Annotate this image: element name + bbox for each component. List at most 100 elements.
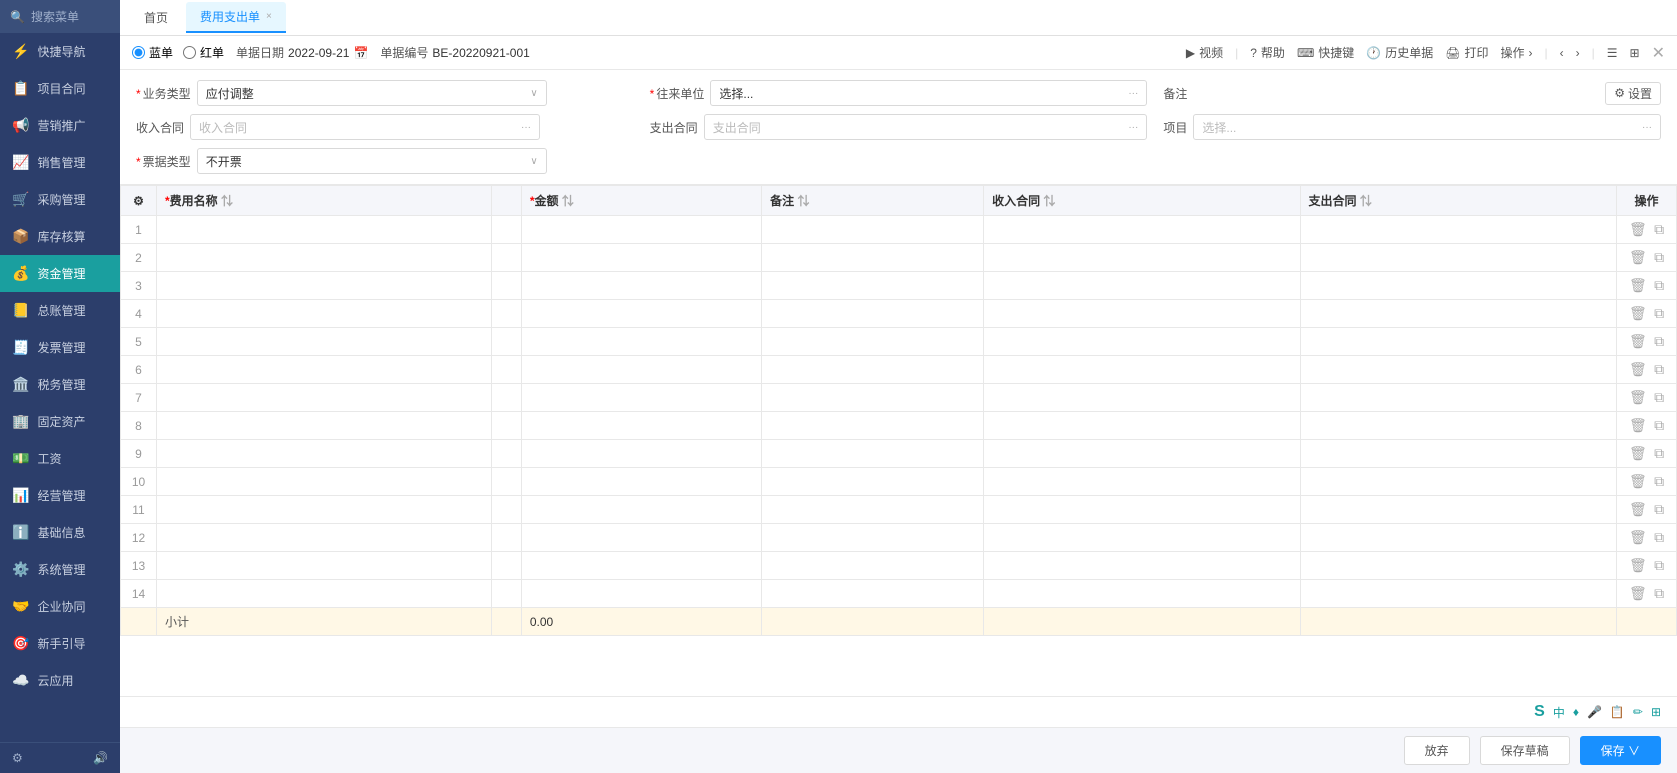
chinese-icon[interactable]: 中	[1553, 704, 1565, 721]
sort-icon-5[interactable]: ⇅	[1360, 194, 1372, 208]
cell-income-contract-10[interactable]	[984, 468, 1300, 496]
blue-radio[interactable]: 蓝单	[132, 44, 173, 61]
sort-icon-3[interactable]: ⇅	[798, 194, 810, 208]
copy-row-7[interactable]: ⧉	[1654, 389, 1664, 405]
copy-row-8[interactable]: ⧉	[1654, 417, 1664, 433]
cell-expense-contract-3[interactable]	[1300, 272, 1616, 300]
delete-row-5[interactable]: 🗑	[1629, 333, 1647, 349]
mic-icon[interactable]: 🎤	[1587, 705, 1602, 719]
cell-note-7[interactable]	[762, 384, 984, 412]
cell-note-11[interactable]	[762, 496, 984, 524]
sidebar-item-sales[interactable]: 📈销售管理	[0, 144, 120, 181]
cell-expense-name-11[interactable]	[157, 496, 492, 524]
counterpart-select[interactable]: 选择... ···	[710, 80, 1147, 106]
sort-icon-4[interactable]: ⇅	[1043, 194, 1055, 208]
cell-note-9[interactable]	[762, 440, 984, 468]
sidebar-item-new-guide[interactable]: 🎯新手引导	[0, 625, 120, 662]
copy-row-5[interactable]: ⧉	[1654, 333, 1664, 349]
copy-row-11[interactable]: ⧉	[1654, 501, 1664, 517]
delete-row-10[interactable]: 🗑	[1629, 473, 1647, 489]
sidebar-search[interactable]: 🔍 搜索菜单	[0, 0, 120, 33]
copy-row-9[interactable]: ⧉	[1654, 445, 1664, 461]
sidebar-item-cloud-app[interactable]: ☁️云应用	[0, 662, 120, 699]
sidebar-item-invoice[interactable]: 🧾发票管理	[0, 329, 120, 366]
cell-income-contract-7[interactable]	[984, 384, 1300, 412]
income-contract-select[interactable]: 收入合同 ···	[190, 114, 540, 140]
cell-expense-contract-1[interactable]	[1300, 216, 1616, 244]
help-btn[interactable]: ? 帮助	[1250, 44, 1285, 61]
cell-income-contract-8[interactable]	[984, 412, 1300, 440]
save-draft-button[interactable]: 保存草稿	[1480, 736, 1570, 765]
sidebar-item-project-contract[interactable]: 📋项目合同	[0, 70, 120, 107]
delete-row-8[interactable]: 🗑	[1629, 417, 1647, 433]
delete-row-14[interactable]: 🗑	[1629, 585, 1647, 601]
cell-note-1[interactable]	[762, 216, 984, 244]
list-view-btn[interactable]: ☰	[1607, 46, 1618, 60]
cell-amount-13[interactable]	[521, 552, 761, 580]
expense-contract-select[interactable]: 支出合同 ···	[704, 114, 1148, 140]
cell-expense-name-7[interactable]	[157, 384, 492, 412]
copy-row-6[interactable]: ⧉	[1654, 361, 1664, 377]
cell-amount-4[interactable]	[521, 300, 761, 328]
cell-note-8[interactable]	[762, 412, 984, 440]
cell-note-4[interactable]	[762, 300, 984, 328]
cell-amount-14[interactable]	[521, 580, 761, 608]
cell-amount-9[interactable]	[521, 440, 761, 468]
delete-row-9[interactable]: 🗑	[1629, 445, 1647, 461]
tab-close-expense[interactable]: ×	[266, 11, 272, 22]
col-gear[interactable]: ⚙	[121, 186, 157, 216]
project-select[interactable]: 选择... ···	[1193, 114, 1661, 140]
print-btn[interactable]: 🖨 打印	[1445, 44, 1488, 61]
delete-row-12[interactable]: 🗑	[1629, 529, 1647, 545]
grid-icon[interactable]: ⊞	[1651, 705, 1661, 719]
sidebar-item-business[interactable]: 📊经营管理	[0, 477, 120, 514]
cell-expense-name-10[interactable]	[157, 468, 492, 496]
more-icon[interactable]: ···	[1128, 88, 1138, 99]
cell-expense-contract-5[interactable]	[1300, 328, 1616, 356]
cell-income-contract-13[interactable]	[984, 552, 1300, 580]
delete-row-6[interactable]: 🗑	[1629, 361, 1647, 377]
delete-row-3[interactable]: 🗑	[1629, 277, 1647, 293]
cell-expense-contract-8[interactable]	[1300, 412, 1616, 440]
cell-expense-contract-12[interactable]	[1300, 524, 1616, 552]
copy-icon[interactable]: 📋	[1610, 705, 1625, 719]
cell-expense-name-14[interactable]	[157, 580, 492, 608]
cell-income-contract-11[interactable]	[984, 496, 1300, 524]
sidebar-item-inventory[interactable]: 📦库存核算	[0, 218, 120, 255]
cell-income-contract-2[interactable]	[984, 244, 1300, 272]
cell-note-12[interactable]	[762, 524, 984, 552]
cell-income-contract-1[interactable]	[984, 216, 1300, 244]
video-btn[interactable]: ▶ 视频	[1186, 44, 1223, 61]
sidebar-item-procurement[interactable]: 🛒采购管理	[0, 181, 120, 218]
cell-expense-name-13[interactable]	[157, 552, 492, 580]
cell-income-contract-14[interactable]	[984, 580, 1300, 608]
cell-expense-contract-14[interactable]	[1300, 580, 1616, 608]
cell-expense-contract-2[interactable]	[1300, 244, 1616, 272]
delete-row-1[interactable]: 🗑	[1629, 221, 1647, 237]
copy-row-2[interactable]: ⧉	[1654, 249, 1664, 265]
cell-note-10[interactable]	[762, 468, 984, 496]
cell-amount-3[interactable]	[521, 272, 761, 300]
sidebar-item-fixed-assets[interactable]: 🏢固定资产	[0, 403, 120, 440]
audio-icon[interactable]: 🔊	[93, 751, 108, 765]
sort-icon-2[interactable]: ⇅	[562, 194, 574, 208]
cell-expense-contract-9[interactable]	[1300, 440, 1616, 468]
cell-income-contract-3[interactable]	[984, 272, 1300, 300]
cell-amount-1[interactable]	[521, 216, 761, 244]
cell-income-contract-9[interactable]	[984, 440, 1300, 468]
discard-button[interactable]: 放弃	[1404, 736, 1470, 765]
cell-income-contract-4[interactable]	[984, 300, 1300, 328]
cell-amount-6[interactable]	[521, 356, 761, 384]
cell-expense-contract-6[interactable]	[1300, 356, 1616, 384]
cell-note-2[interactable]	[762, 244, 984, 272]
symbol-icon[interactable]: ♦	[1573, 705, 1579, 719]
sort-icon[interactable]: ⇅	[221, 194, 233, 208]
cell-amount-12[interactable]	[521, 524, 761, 552]
biz-type-select[interactable]: 应付调整 ∨	[197, 80, 547, 106]
red-radio[interactable]: 红单	[183, 44, 224, 61]
delete-row-11[interactable]: 🗑	[1629, 501, 1647, 517]
tab-expense[interactable]: 费用支出单×	[186, 2, 286, 33]
cell-income-contract-12[interactable]	[984, 524, 1300, 552]
copy-row-13[interactable]: ⧉	[1654, 557, 1664, 573]
sidebar-item-funds[interactable]: 💰资金管理	[0, 255, 120, 292]
